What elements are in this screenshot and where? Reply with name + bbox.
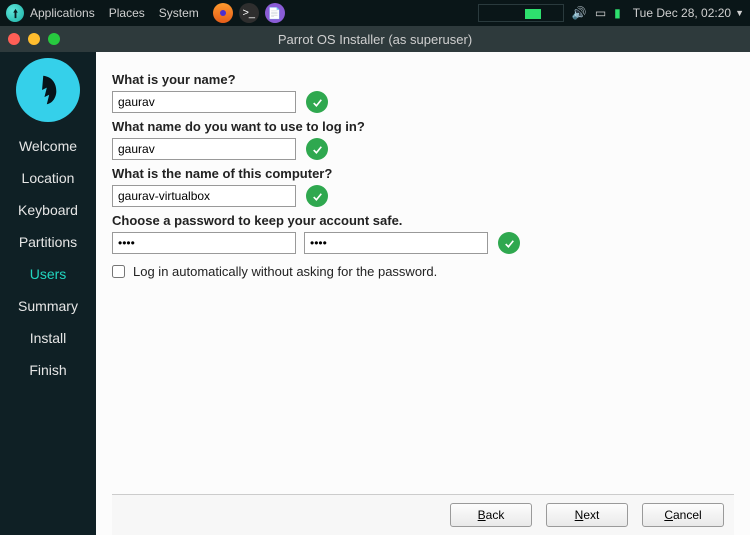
password-confirm-input[interactable] <box>304 232 488 254</box>
check-icon <box>306 138 328 160</box>
firefox-icon[interactable] <box>213 3 233 23</box>
check-icon <box>306 185 328 207</box>
installer-content: Welcome Location Keyboard Partitions Use… <box>0 52 750 535</box>
login-name-label: What name do you want to use to log in? <box>112 119 734 134</box>
parrot-menu-icon[interactable] <box>6 4 24 22</box>
installer-sidebar: Welcome Location Keyboard Partitions Use… <box>0 52 96 535</box>
window-titlebar: Parrot OS Installer (as superuser) <box>0 26 750 52</box>
autologin-label: Log in automatically without asking for … <box>133 264 437 279</box>
sidebar-step-welcome[interactable]: Welcome <box>0 130 96 162</box>
terminal-icon[interactable]: >_ <box>239 3 259 23</box>
system-monitor-graph[interactable] <box>478 4 564 22</box>
sidebar-step-summary[interactable]: Summary <box>0 290 96 322</box>
check-icon <box>306 91 328 113</box>
sidebar-step-finish[interactable]: Finish <box>0 354 96 386</box>
autologin-checkbox[interactable] <box>112 265 125 278</box>
installer-footer: Back Next Cancel <box>112 494 734 535</box>
sidebar-step-location[interactable]: Location <box>0 162 96 194</box>
check-icon <box>498 232 520 254</box>
window-title: Parrot OS Installer (as superuser) <box>60 32 690 47</box>
menu-places[interactable]: Places <box>109 6 145 20</box>
cancel-button[interactable]: Cancel <box>642 503 724 527</box>
hostname-label: What is the name of this computer? <box>112 166 734 181</box>
sidebar-step-keyboard[interactable]: Keyboard <box>0 194 96 226</box>
sidebar-step-install[interactable]: Install <box>0 322 96 354</box>
display-icon[interactable]: ▭ <box>595 6 606 20</box>
volume-icon[interactable]: 🔊 <box>572 6 587 20</box>
login-name-input[interactable] <box>112 138 296 160</box>
password-input[interactable] <box>112 232 296 254</box>
window-minimize-button[interactable] <box>28 33 40 45</box>
hostname-input[interactable] <box>112 185 296 207</box>
full-name-label: What is your name? <box>112 72 734 87</box>
sidebar-step-partitions[interactable]: Partitions <box>0 226 96 258</box>
back-button[interactable]: Back <box>450 503 532 527</box>
battery-icon[interactable]: ▮ <box>614 6 621 20</box>
desktop-top-panel: Applications Places System >_ 📄 🔊 ▭ ▮ Tu… <box>0 0 750 26</box>
clock[interactable]: Tue Dec 28, 02:20 <box>633 6 731 20</box>
sidebar-step-users[interactable]: Users <box>0 258 96 290</box>
panel-menu-chevron-icon[interactable]: ▼ <box>735 8 744 18</box>
full-name-input[interactable] <box>112 91 296 113</box>
document-icon[interactable]: 📄 <box>265 3 285 23</box>
menu-applications[interactable]: Applications <box>30 6 95 20</box>
parrot-logo-icon <box>16 58 80 122</box>
next-button[interactable]: Next <box>546 503 628 527</box>
window-close-button[interactable] <box>8 33 20 45</box>
window-maximize-button[interactable] <box>48 33 60 45</box>
installer-main-pane: What is your name? What name do you want… <box>96 52 750 535</box>
password-label: Choose a password to keep your account s… <box>112 213 734 228</box>
menu-system[interactable]: System <box>159 6 199 20</box>
